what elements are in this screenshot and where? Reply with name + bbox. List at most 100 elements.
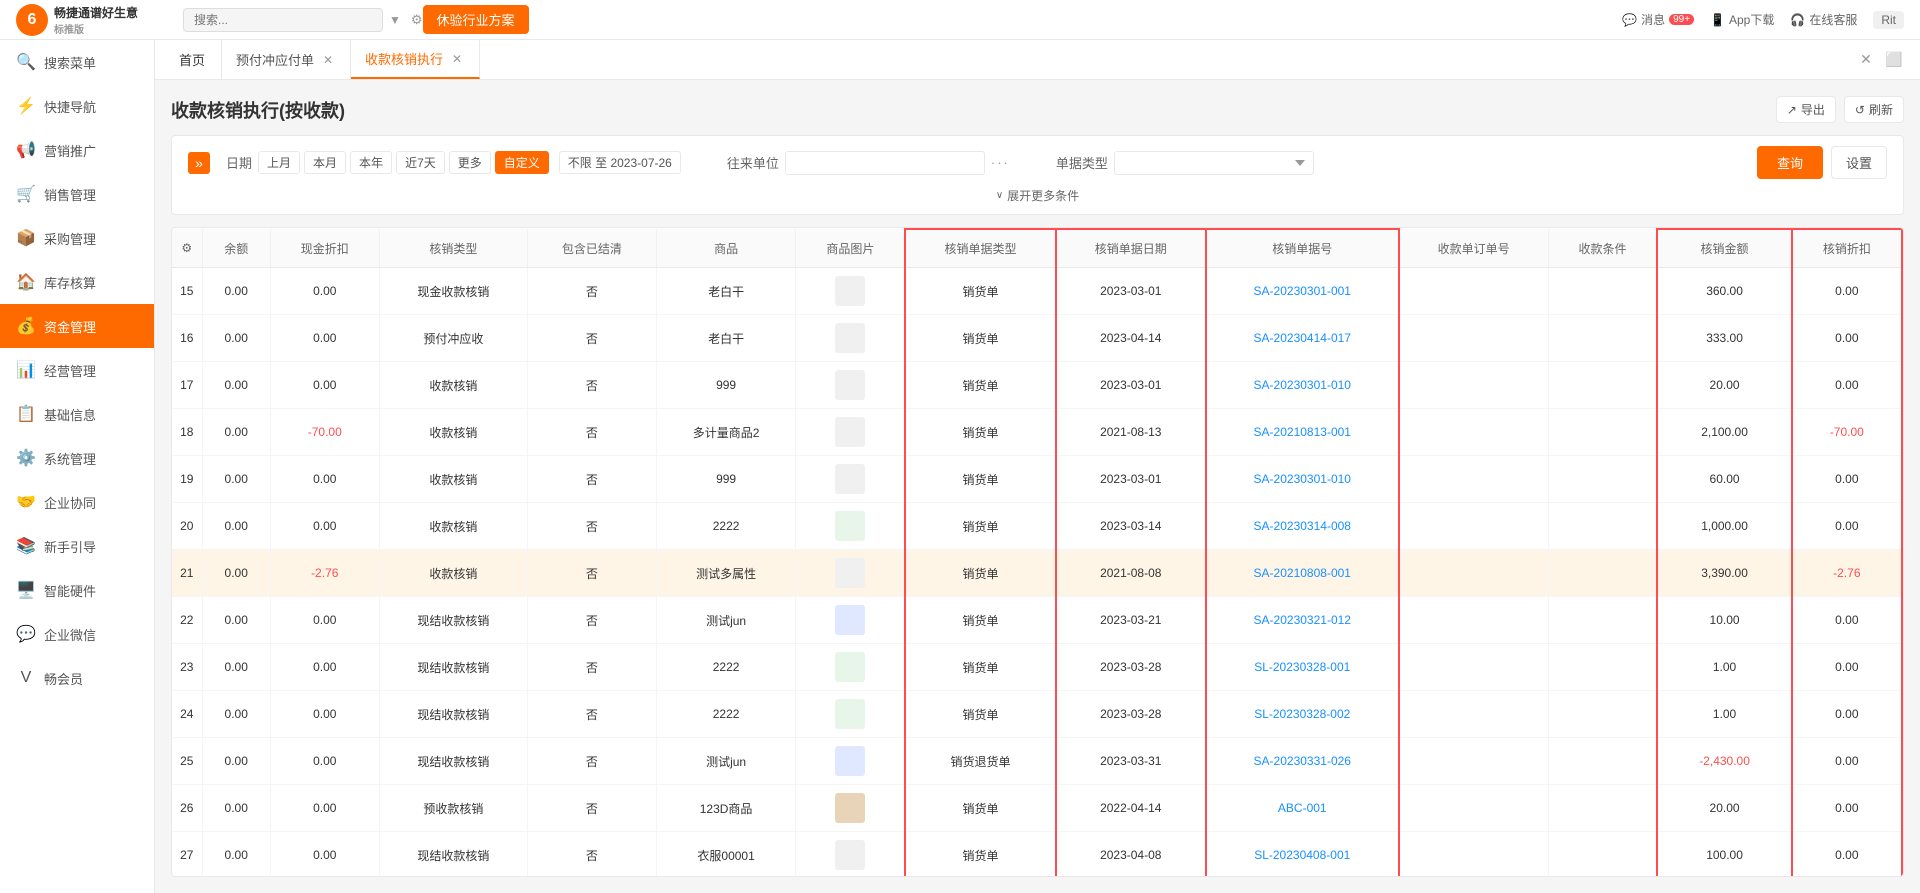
row-cancel-bill-no[interactable]: SA-20230321-012 [1206, 597, 1399, 644]
export-btn[interactable]: ↗ 导出 [1776, 96, 1836, 123]
table-wrapper[interactable]: ⚙ 余额 现金折扣 核销类型 包含已结清 商品 商品图片 核销单据类型 核销单据… [172, 228, 1903, 876]
row-cancel-bill-no[interactable]: SA-20230331-026 [1206, 738, 1399, 785]
tab-home[interactable]: 首页 [163, 40, 222, 79]
table-row: 27 0.00 0.00 现结收款核销 否 衣服00001 销货单 2023-0… [172, 832, 1902, 877]
row-cancel-bill-no[interactable]: SA-20230314-008 [1206, 503, 1399, 550]
search-input[interactable] [183, 8, 383, 32]
row-goods-img [796, 832, 905, 877]
query-btn[interactable]: 查询 [1757, 146, 1823, 179]
cancel-bill-link[interactable]: SA-20230321-012 [1254, 613, 1351, 627]
row-id: 26 [172, 785, 202, 832]
sidebar-item-system[interactable]: ⚙️ 系统管理 [0, 436, 154, 480]
tab-prepay[interactable]: 预付冲应付单 ✕ [222, 40, 351, 79]
cancel-bill-link[interactable]: SL-20230408-001 [1254, 848, 1350, 862]
setting-btn[interactable]: 设置 [1831, 146, 1887, 179]
row-goods-img [796, 456, 905, 503]
app-logo: 6 畅捷通谱好生意 标推版 [16, 4, 171, 36]
cancel-bill-link[interactable]: SA-20210813-001 [1254, 425, 1351, 439]
sidebar-item-enterprise[interactable]: 🤝 企业协同 [0, 480, 154, 524]
sidebar-label-vip: 畅会员 [44, 669, 83, 688]
row-balance: 0.00 [202, 832, 270, 877]
row-cancel-bill-date: 2021-08-13 [1056, 409, 1206, 456]
sidebar-item-wechat[interactable]: 💬 企业微信 [0, 612, 154, 656]
sidebar-item-finance[interactable]: 💰 资金管理 [0, 304, 154, 348]
row-cash-discount: 0.00 [270, 644, 379, 691]
row-include-settled: 否 [528, 315, 657, 362]
industry-btn[interactable]: 休验行业方案 [423, 5, 529, 34]
sidebar-item-vip[interactable]: V 畅会员 [0, 656, 154, 700]
message-btn[interactable]: 💬 消息 99+ [1622, 11, 1694, 28]
filter-toggle-btn[interactable]: » [188, 152, 210, 174]
sidebar-item-inventory[interactable]: 🏠 库存核算 [0, 260, 154, 304]
row-cancel-amount: 20.00 [1657, 362, 1791, 409]
settings-icon[interactable]: ⚙ [411, 12, 423, 28]
row-cancel-bill-no[interactable]: SA-20230414-017 [1206, 315, 1399, 362]
close-window-btn[interactable]: ✕ [1856, 50, 1876, 70]
date-btn-custom[interactable]: 自定义 [495, 151, 549, 174]
date-btn-last-month[interactable]: 上月 [258, 151, 300, 174]
cancel-bill-link[interactable]: SA-20230301-010 [1254, 472, 1351, 486]
cancel-bill-link[interactable]: SL-20230328-001 [1254, 660, 1350, 674]
date-btn-more[interactable]: 更多 [449, 151, 491, 174]
cancel-bill-link[interactable]: SA-20210808-001 [1254, 566, 1351, 580]
row-cash-discount: 0.00 [270, 785, 379, 832]
sidebar-item-search[interactable]: 🔍 搜索菜单 [0, 40, 154, 84]
support-btn[interactable]: 🎧 在线客服 [1790, 11, 1857, 28]
row-cancel-bill-no[interactable]: SA-20230301-010 [1206, 362, 1399, 409]
cancel-bill-link[interactable]: SA-20230414-017 [1254, 331, 1351, 345]
counterparty-input[interactable] [785, 151, 985, 175]
row-cancel-bill-no[interactable]: SA-20210808-001 [1206, 550, 1399, 597]
date-btn-7days[interactable]: 近7天 [396, 151, 445, 174]
row-balance: 0.00 [202, 644, 270, 691]
row-cash-discount: 0.00 [270, 738, 379, 785]
expand-more-btn[interactable]: ∨ 展开更多条件 [996, 187, 1079, 204]
sidebar-item-purchase[interactable]: 📦 采购管理 [0, 216, 154, 260]
sidebar-item-hardware[interactable]: 🖥️ 智能硬件 [0, 568, 154, 612]
row-cancel-discount: 0.00 [1792, 597, 1902, 644]
col-receipt-condition: 收款条件 [1548, 229, 1657, 268]
sidebar-item-sales[interactable]: 🛒 销售管理 [0, 172, 154, 216]
date-btn-this-year[interactable]: 本年 [350, 151, 392, 174]
date-btn-this-month[interactable]: 本月 [304, 151, 346, 174]
row-receipt-condition [1548, 785, 1657, 832]
maximize-btn[interactable]: ⬜ [1884, 50, 1904, 70]
sidebar-item-basic-info[interactable]: 📋 基础信息 [0, 392, 154, 436]
row-cancel-bill-no[interactable]: ABC-001 [1206, 785, 1399, 832]
row-cancel-type: 现结收款核销 [379, 738, 528, 785]
dropdown-icon[interactable]: ▼ [389, 13, 401, 27]
row-cancel-bill-no[interactable]: SL-20230408-001 [1206, 832, 1399, 877]
headset-icon: 🎧 [1790, 13, 1805, 27]
row-include-settled: 否 [528, 597, 657, 644]
row-cancel-bill-no[interactable]: SA-20230301-001 [1206, 268, 1399, 315]
page-content: 收款核销执行(按收款) ↗ 导出 ↺ 刷新 » [155, 80, 1920, 893]
col-include-settled: 包含已结清 [528, 229, 657, 268]
sidebar-item-marketing[interactable]: 📢 营销推广 [0, 128, 154, 172]
cancel-bill-link[interactable]: ABC-001 [1278, 801, 1327, 815]
cancel-bill-link[interactable]: SA-20230314-008 [1254, 519, 1351, 533]
row-cancel-bill-no[interactable]: SA-20230301-010 [1206, 456, 1399, 503]
row-goods-img [796, 503, 905, 550]
row-cancel-bill-no[interactable]: SL-20230328-001 [1206, 644, 1399, 691]
user-info[interactable]: Rit [1873, 11, 1904, 29]
cancel-bill-link[interactable]: SA-20230301-010 [1254, 378, 1351, 392]
refresh-btn[interactable]: ↺ 刷新 [1844, 96, 1904, 123]
date-range[interactable]: 不限 至 2023-07-26 [559, 151, 681, 174]
data-table-container: ⚙ 余额 现金折扣 核销类型 包含已结清 商品 商品图片 核销单据类型 核销单据… [171, 227, 1904, 877]
row-goods-img [796, 362, 905, 409]
tab-prepay-close[interactable]: ✕ [320, 52, 336, 68]
date-buttons: 上月 本月 本年 近7天 更多 自定义 [258, 151, 549, 174]
row-cancel-bill-no[interactable]: SA-20210813-001 [1206, 409, 1399, 456]
message-label: 消息 [1641, 11, 1665, 28]
tab-cancel[interactable]: 收款核销执行 ✕ [351, 40, 480, 79]
sidebar-item-guide[interactable]: 📚 新手引导 [0, 524, 154, 568]
cancel-bill-link[interactable]: SA-20230301-001 [1254, 284, 1351, 298]
tab-cancel-close[interactable]: ✕ [449, 51, 465, 67]
cancel-bill-link[interactable]: SA-20230331-026 [1254, 754, 1351, 768]
row-cancel-bill-no[interactable]: SL-20230328-002 [1206, 691, 1399, 738]
app-download-btn[interactable]: 📱 App下载 [1710, 11, 1774, 28]
receipt-type-select[interactable] [1114, 151, 1314, 175]
cancel-bill-link[interactable]: SL-20230328-002 [1254, 707, 1350, 721]
counterparty-label: 往来单位 [727, 153, 779, 172]
sidebar-item-operations[interactable]: 📊 经营管理 [0, 348, 154, 392]
sidebar-item-quick-nav[interactable]: ⚡ 快捷导航 [0, 84, 154, 128]
